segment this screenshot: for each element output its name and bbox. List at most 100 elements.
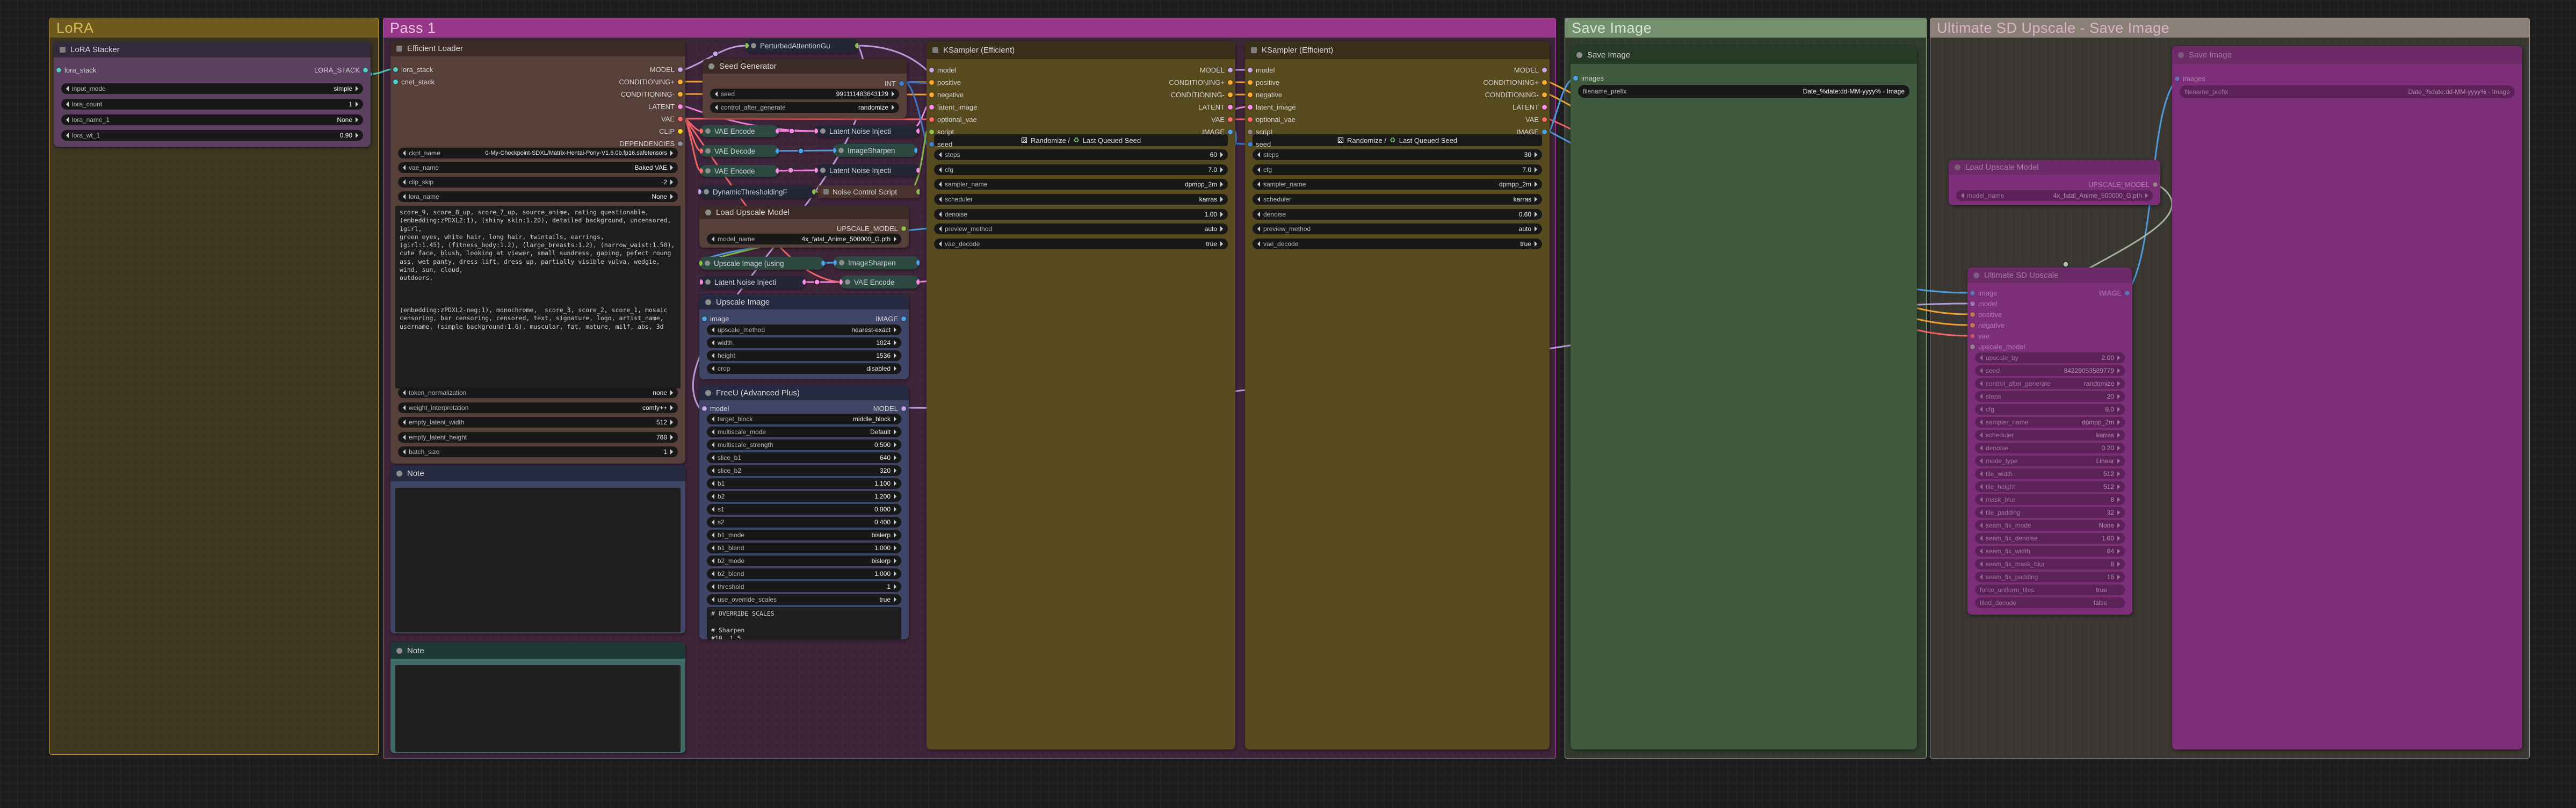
- node-header[interactable]: Seed Generator: [703, 59, 907, 74]
- node-header[interactable]: Note: [390, 643, 685, 659]
- increment-arrow-icon[interactable]: [894, 340, 896, 345]
- node-header[interactable]: Ultimate SD Upscale: [1967, 268, 2132, 283]
- collapse-icon[interactable]: [845, 279, 850, 285]
- increment-arrow-icon[interactable]: [894, 353, 896, 358]
- increment-arrow-icon[interactable]: [2117, 407, 2120, 412]
- node-latent-noise-injection-2[interactable]: Latent Noise Injecti: [815, 164, 920, 176]
- widget-cfg[interactable]: cfg 8.0: [1975, 404, 2125, 415]
- widget-sampler-name[interactable]: sampler_name dpmpp_2m: [934, 179, 1228, 190]
- increment-arrow-icon[interactable]: [894, 429, 896, 435]
- node-vae-encode-1[interactable]: VAE Encode: [700, 125, 779, 137]
- input-slot-script[interactable]: script: [1248, 127, 1272, 136]
- collapse-icon[interactable]: [839, 260, 844, 265]
- widget-preview-method[interactable]: preview_method auto: [1253, 223, 1542, 234]
- collapse-icon[interactable]: [704, 189, 709, 194]
- increment-arrow-icon[interactable]: [2117, 523, 2120, 528]
- input-slot-positive[interactable]: positive: [1970, 309, 2002, 319]
- collapse-icon[interactable]: [705, 210, 711, 215]
- widget-denoise[interactable]: denoise 0.60: [1253, 209, 1542, 220]
- output-slot-conditioning-minus[interactable]: CONDITIONING-: [1171, 90, 1233, 99]
- increment-arrow-icon[interactable]: [356, 102, 358, 107]
- decrement-arrow-icon[interactable]: [1980, 458, 1982, 464]
- output-slot-model[interactable]: MODEL: [1514, 65, 1547, 75]
- increment-arrow-icon[interactable]: [2117, 368, 2120, 373]
- decrement-arrow-icon[interactable]: [1980, 432, 1982, 438]
- decrement-arrow-icon[interactable]: [712, 468, 714, 473]
- decrement-arrow-icon[interactable]: [403, 405, 406, 410]
- increment-arrow-icon[interactable]: [1535, 182, 1537, 187]
- decrement-arrow-icon[interactable]: [712, 507, 714, 512]
- node-ultimate-sd-upscale-bypassed[interactable]: Ultimate SD Upscale image model positive…: [1967, 268, 2132, 615]
- output-dot-icon[interactable]: [916, 279, 920, 285]
- node-load-upscale-model[interactable]: Load Upscale Model UPSCALE_MODEL model_n…: [699, 206, 909, 248]
- node-usdu-save-image-bypassed[interactable]: Save Image images filename_prefix Date_%d…: [2172, 46, 2522, 749]
- decrement-arrow-icon[interactable]: [66, 102, 69, 107]
- decrement-arrow-icon[interactable]: [712, 597, 714, 602]
- increment-arrow-icon[interactable]: [2117, 445, 2120, 451]
- widget-b1-blend[interactable]: b1_blend 1.000: [707, 543, 901, 553]
- widget-scheduler[interactable]: scheduler karras: [1253, 194, 1542, 205]
- node-graph-canvas[interactable]: LoRA Pass 1 Save Image Ultimate SD Upsca…: [0, 0, 2576, 808]
- collapse-icon[interactable]: [1251, 47, 1257, 53]
- widget-denoise[interactable]: denoise 0.20: [1975, 443, 2125, 453]
- output-slot-upscale-model[interactable]: UPSCALE_MODEL: [2088, 179, 2158, 189]
- decrement-arrow-icon[interactable]: [1980, 497, 1982, 502]
- collapse-icon[interactable]: [838, 148, 844, 153]
- widget-empty-latent-height[interactable]: empty_latent_height 768: [398, 432, 678, 443]
- output-slot-image[interactable]: IMAGE: [1202, 127, 1233, 136]
- node-noise-control-script[interactable]: Noise Control Script: [818, 185, 920, 198]
- widget-s1[interactable]: s1 0.800: [707, 504, 901, 515]
- increment-arrow-icon[interactable]: [2117, 381, 2120, 386]
- decrement-arrow-icon[interactable]: [712, 455, 714, 460]
- input-slot-vae[interactable]: vae: [1970, 331, 1989, 341]
- node-header[interactable]: Upscale Image: [699, 294, 909, 309]
- decrement-arrow-icon[interactable]: [1257, 167, 1260, 172]
- increment-arrow-icon[interactable]: [894, 416, 896, 422]
- output-slot-image[interactable]: IMAGE: [1516, 127, 1547, 136]
- increment-arrow-icon[interactable]: [2117, 471, 2120, 477]
- increment-arrow-icon[interactable]: [894, 468, 896, 473]
- widget-scheduler[interactable]: scheduler karras: [1975, 430, 2125, 441]
- note-textarea[interactable]: [395, 488, 681, 632]
- output-slot-image[interactable]: IMAGE: [2099, 288, 2130, 298]
- widget-steps[interactable]: steps 30: [1253, 149, 1542, 160]
- widget-vae-decode[interactable]: vae_decode true: [1253, 239, 1542, 249]
- widget-tile-width[interactable]: tile_width 512: [1975, 468, 2125, 479]
- override-scales-textarea[interactable]: # OVERRIDE SCALES # Sharpen #10, 1.5: [707, 607, 901, 639]
- increment-arrow-icon[interactable]: [1220, 212, 1223, 217]
- group-title[interactable]: Save Image: [1565, 18, 1926, 38]
- decrement-arrow-icon[interactable]: [1980, 523, 1982, 528]
- input-dot-icon[interactable]: [815, 168, 818, 173]
- increment-arrow-icon[interactable]: [894, 236, 896, 242]
- widget-filename-prefix[interactable]: filename_prefix Date_%date:dd-MM-yyyy% - …: [2180, 85, 2515, 98]
- input-dot-icon[interactable]: [840, 279, 843, 285]
- decrement-arrow-icon[interactable]: [939, 212, 942, 217]
- increment-arrow-icon[interactable]: [1535, 167, 1537, 172]
- widget-seam-fix-mode[interactable]: seam_fix_mode None: [1975, 520, 2125, 531]
- decrement-arrow-icon[interactable]: [1257, 212, 1260, 217]
- widget-force-uniform-tiles[interactable]: force_uniform_tiles true: [1975, 585, 2125, 595]
- node-perturbed-attention-guidance[interactable]: PerturbedAttentionGu: [746, 39, 858, 53]
- widget-model-name[interactable]: model_name 4x_fatal_Anime_500000_G.pth: [1956, 190, 2153, 201]
- output-slot-clip[interactable]: CLIP: [659, 126, 683, 136]
- widget-seam-fix-width[interactable]: seam_fix_width 64: [1975, 546, 2125, 557]
- node-ksampler-efficient-2[interactable]: KSampler (Efficient) model positive nega…: [1245, 41, 1550, 749]
- input-slot-lora-stack[interactable]: lora_stack: [393, 64, 433, 74]
- group-title[interactable]: LoRA: [50, 18, 378, 38]
- node-vae-encode-2[interactable]: VAE Encode: [700, 165, 779, 177]
- output-slot-conditioning-plus[interactable]: CONDITIONING+: [1483, 77, 1547, 87]
- randomize-seed-button[interactable]: ⚄ Randomize / ♻ Last Queued Seed: [1253, 134, 1542, 146]
- decrement-arrow-icon[interactable]: [712, 481, 714, 486]
- output-slot-model[interactable]: MODEL: [1200, 65, 1233, 75]
- widget-input-mode[interactable]: input_mode simple: [61, 83, 363, 94]
- toggle-knob-icon[interactable]: [2112, 599, 2120, 607]
- output-slot-conditioning-plus[interactable]: CONDITIONING+: [1169, 77, 1233, 87]
- node-freeu-advanced-plus[interactable]: FreeU (Advanced Plus) model MODEL target…: [699, 386, 909, 639]
- widget-lora-name[interactable]: lora_name None: [398, 191, 678, 202]
- widget-use-override-scales[interactable]: use_override_scales true: [707, 594, 901, 605]
- collapse-icon[interactable]: [396, 647, 402, 654]
- decrement-arrow-icon[interactable]: [939, 197, 942, 202]
- widget-tile-height[interactable]: tile_height 512: [1975, 481, 2125, 492]
- widget-token-normalization[interactable]: token_normalization none: [398, 387, 678, 398]
- output-slot-model[interactable]: MODEL: [650, 64, 683, 74]
